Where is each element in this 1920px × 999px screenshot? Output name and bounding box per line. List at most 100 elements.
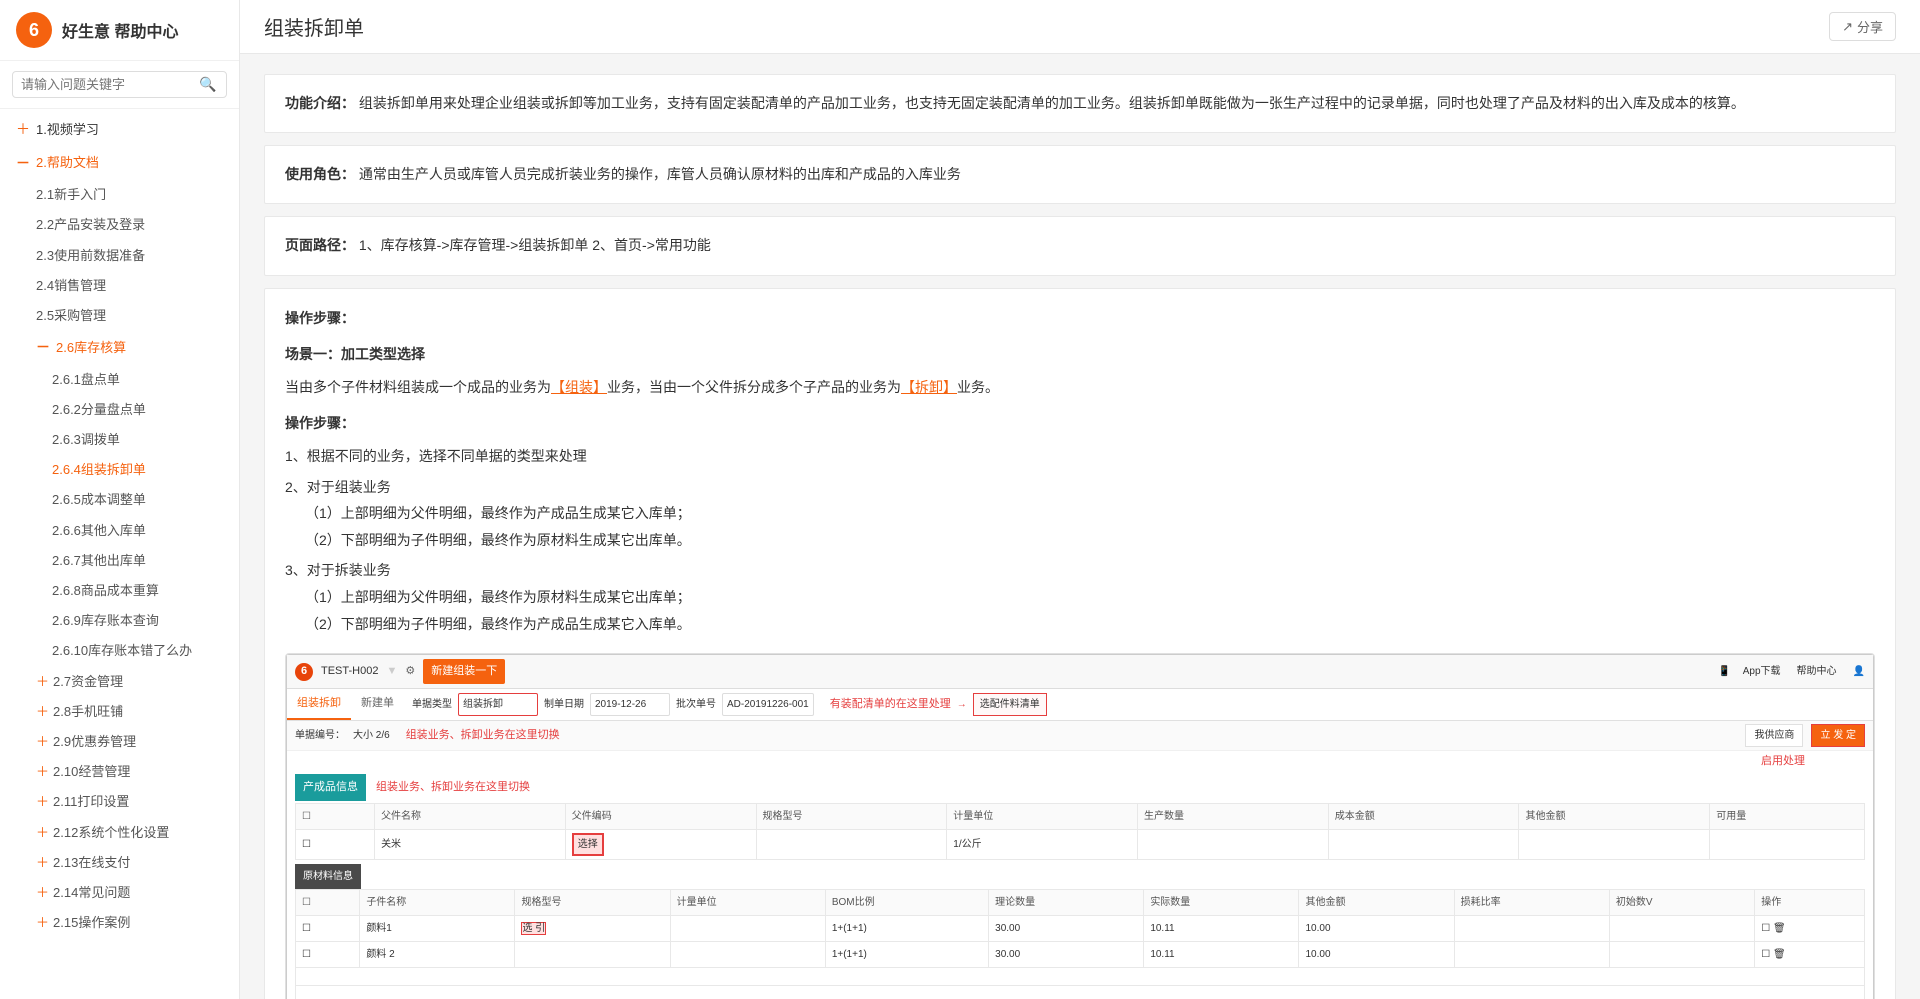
- btd-op1: ☐ 🗑: [1755, 915, 1865, 941]
- path-text: 1、库存核算->库存管理->组装拆卸单 2、首页->常用功能: [359, 237, 711, 253]
- scene1-title: 场景一：加工类型选择: [285, 341, 1875, 368]
- btd-unit2: [670, 941, 825, 967]
- sim-bottom-table-head: ☐ 子件名称 规格型号 计量单位 BOM比例 理论数量 实际数量 其他金额 损耗: [296, 889, 1865, 915]
- sim-bottom-section-wrap: 原材料信息: [287, 864, 1873, 889]
- td-unit: 1/公斤: [947, 829, 1138, 859]
- search-button[interactable]: 🔍: [199, 76, 216, 93]
- share-button[interactable]: ↗ 分享: [1829, 12, 1896, 41]
- func-intro-text: 组装拆卸单用来处理企业组装或拆卸等加工业务，支持有固定装配清单的产品加工业务，也…: [359, 95, 1745, 111]
- sidebar-item-2-13[interactable]: ＋2.13在线支付: [0, 848, 239, 878]
- bth-other2: 其他金额: [1299, 889, 1454, 915]
- step2-2: （2）下部明细为子件明细，最终作为原材料生成某它出库单。: [285, 527, 1875, 554]
- sidebar-item-2-14[interactable]: ＋2.14常见问题: [0, 878, 239, 908]
- sidebar-item-2-6-8[interactable]: 2.6.8商品成本重算: [0, 576, 239, 606]
- sidebar-item-2-2[interactable]: 2.2产品安装及登录: [0, 210, 239, 240]
- sidebar-item-2-10[interactable]: ＋2.10经营管理: [0, 757, 239, 787]
- nav-section: ＋ 1.视频学习 － 2.帮助文档 2.1新手入门 2.2产品安装及登录 2.3…: [0, 109, 239, 942]
- sidebar-item-docs[interactable]: － 2.帮助文档: [0, 147, 239, 181]
- sidebar-item-2-6-6[interactable]: 2.6.6其他入库单: [0, 516, 239, 546]
- bth-subcode: 规格型号: [515, 889, 670, 915]
- sim-tab-main[interactable]: 组装拆卸: [287, 689, 351, 720]
- sidebar-item-video-label: 1.视频学习: [36, 121, 99, 139]
- step3: 3、对于拆装业务: [285, 557, 1875, 584]
- sim-top-table-head: ☐ 父件名称 父件编码 规格型号 计量单位 生产数量 成本金额 其他金额 可用量: [296, 803, 1865, 829]
- sim-confirm-btn[interactable]: 立 发 定: [1811, 724, 1865, 747]
- sidebar-item-2-6-1[interactable]: 2.6.1盘点单: [0, 365, 239, 395]
- sidebar-item-2-9[interactable]: ＋2.9优惠券管理: [0, 727, 239, 757]
- sim-company: TEST-H002: [321, 661, 378, 682]
- sim-apply-btn[interactable]: 选配件料清单: [973, 693, 1047, 716]
- sim-top-table-wrap: ☐ 父件名称 父件编码 规格型号 计量单位 生产数量 成本金额 其他金额 可用量: [287, 803, 1873, 864]
- zuangzhuang-link[interactable]: 【组装】: [551, 379, 607, 395]
- path-box: 页面路径： 1、库存核算->库存管理->组装拆卸单 2、首页->常用功能: [264, 216, 1896, 275]
- scene1-desc: 当由多个子件材料组装成一个成品的业务为【组装】业务，当由一个父件拆分成多个子产品…: [285, 374, 1875, 401]
- sim-type-value: 组装拆卸: [458, 693, 538, 716]
- func-intro-box: 功能介绍： 组装拆卸单用来处理企业组装或拆卸等加工业务，支持有固定装配清单的产品…: [264, 74, 1896, 133]
- sim-app-icon: 📱: [1718, 662, 1730, 681]
- sidebar-item-2-8[interactable]: ＋2.8手机旺铺: [0, 697, 239, 727]
- sim-new-btn: 新建组装一下: [423, 659, 505, 684]
- sim-date-value: 2019-12-26: [590, 693, 670, 716]
- step3-1: （1）上部明细为父件明细，最终作为原材料生成某它出库单；: [285, 584, 1875, 611]
- sidebar-item-2-6-9[interactable]: 2.6.9库存账本查询: [0, 606, 239, 636]
- btd-theory2: 30.00: [989, 941, 1144, 967]
- btd-init2: [1609, 941, 1754, 967]
- sidebar-item-2-6-label: 2.6库存核算: [56, 339, 126, 357]
- btd-actual1: 10.11: [1144, 915, 1299, 941]
- sim-batch-value: AD-20191226-001: [722, 693, 814, 716]
- role-text: 通常由生产人员或库管人员完成折装业务的操作，库管人员确认原材料的出库和产成品的入…: [359, 166, 961, 182]
- sidebar-item-2-6-10[interactable]: 2.6.10库存账本错了么办: [0, 636, 239, 666]
- sim-top-table: ☐ 父件名称 父件编码 规格型号 计量单位 生产数量 成本金额 其他金额 可用量: [295, 803, 1865, 860]
- btd-bom2: 1+(1+1): [825, 941, 988, 967]
- app-name: 好生意 帮助中心: [62, 18, 178, 42]
- sim-annotation3-row: 启用处理: [287, 751, 1873, 772]
- sidebar-item-2-5[interactable]: 2.5采购管理: [0, 301, 239, 331]
- sidebar-item-2-3[interactable]: 2.3使用前数据准备: [0, 241, 239, 271]
- sidebar-item-2-6-3[interactable]: 2.6.3调拨单: [0, 425, 239, 455]
- step1: 1、根据不同的业务，选择不同单据的类型来处理: [285, 443, 1875, 470]
- sim-tab-new[interactable]: 新建单: [351, 689, 404, 720]
- step2: 2、对于组装业务: [285, 474, 1875, 501]
- btd-other1: 10.00: [1299, 915, 1454, 941]
- th-cost: 成本金额: [1328, 803, 1519, 829]
- sidebar-item-2-6[interactable]: － 2.6库存核算: [0, 331, 239, 365]
- ops-title: 操作步骤： 场景一：加工类型选择 当由多个子件材料组装成一个成品的业务为【组装】…: [285, 305, 1875, 999]
- sidebar-item-2-7[interactable]: ＋2.7资金管理: [0, 667, 239, 697]
- sim-bottom-table-wrap: 无固定清单可以直接在这里录入 ☐ 子件名称 规格型号 计量单位 BOM比例: [287, 889, 1873, 999]
- sidebar-item-2-6-4[interactable]: 2.6.4组装拆卸单: [0, 455, 239, 485]
- td-other: [1519, 829, 1710, 859]
- table-row: ☐ 颜料 2 1+(1+1) 30.00 10.11 10.00: [296, 941, 1865, 967]
- minus-icon-2: －: [36, 338, 50, 358]
- sidebar-item-2-11[interactable]: ＋2.11打印设置: [0, 787, 239, 817]
- btd-theory1: 30.00: [989, 915, 1144, 941]
- sidebar-item-2-12[interactable]: ＋2.12系统个性化设置: [0, 818, 239, 848]
- chaijue-link[interactable]: 【拆卸】: [901, 379, 957, 395]
- bth-unit2: 计量单位: [670, 889, 825, 915]
- sidebar-item-2-6-5[interactable]: 2.6.5成本调整单: [0, 485, 239, 515]
- func-intro-label: 功能介绍：: [285, 95, 355, 111]
- sim-type-label: 单据类型: [412, 695, 452, 714]
- sim-tabs: 组装拆卸 新建单: [287, 689, 404, 720]
- td-produce-qty: [1138, 829, 1329, 859]
- btd-loss1: [1454, 915, 1609, 941]
- sidebar-item-2-4[interactable]: 2.4销售管理: [0, 271, 239, 301]
- search-box[interactable]: 🔍: [0, 61, 239, 109]
- th-other: 其他金额: [1519, 803, 1710, 829]
- sidebar-item-2-1[interactable]: 2.1新手入门: [0, 180, 239, 210]
- btd-spec1: 选 引: [515, 915, 670, 941]
- btd-actual2: 10.11: [1144, 941, 1299, 967]
- sim-top-section: 产成品信息: [295, 774, 366, 801]
- bth-bom: BOM比例: [825, 889, 988, 915]
- sidebar-item-2-15[interactable]: ＋2.15操作案例: [0, 908, 239, 938]
- main-panel: 组装拆卸单 ↗ 分享 功能介绍： 组装拆卸单用来处理企业组装或拆卸等加工业务，支…: [240, 0, 1920, 999]
- search-input[interactable]: [12, 71, 227, 98]
- sidebar-item-2-6-7[interactable]: 2.6.7其他出库单: [0, 546, 239, 576]
- sidebar-item-video[interactable]: ＋ 1.视频学习: [0, 113, 239, 147]
- role-box: 使用角色： 通常由生产人员或库管人员完成折装业务的操作，库管人员确认原材料的出库…: [264, 145, 1896, 204]
- sim-count-label: 单据编号：: [295, 726, 345, 745]
- sidebar-item-2-6-2[interactable]: 2.6.2分量盘点单: [0, 395, 239, 425]
- sim-avatar: 👤: [1853, 662, 1865, 681]
- btd-name1: 颜料1: [360, 915, 515, 941]
- bth-init: 初始数V: [1609, 889, 1754, 915]
- sim-ui: 6 TEST-H002 ▼ ⚙ 新建组装一下 📱 App下载 帮助中心 👤: [286, 654, 1874, 999]
